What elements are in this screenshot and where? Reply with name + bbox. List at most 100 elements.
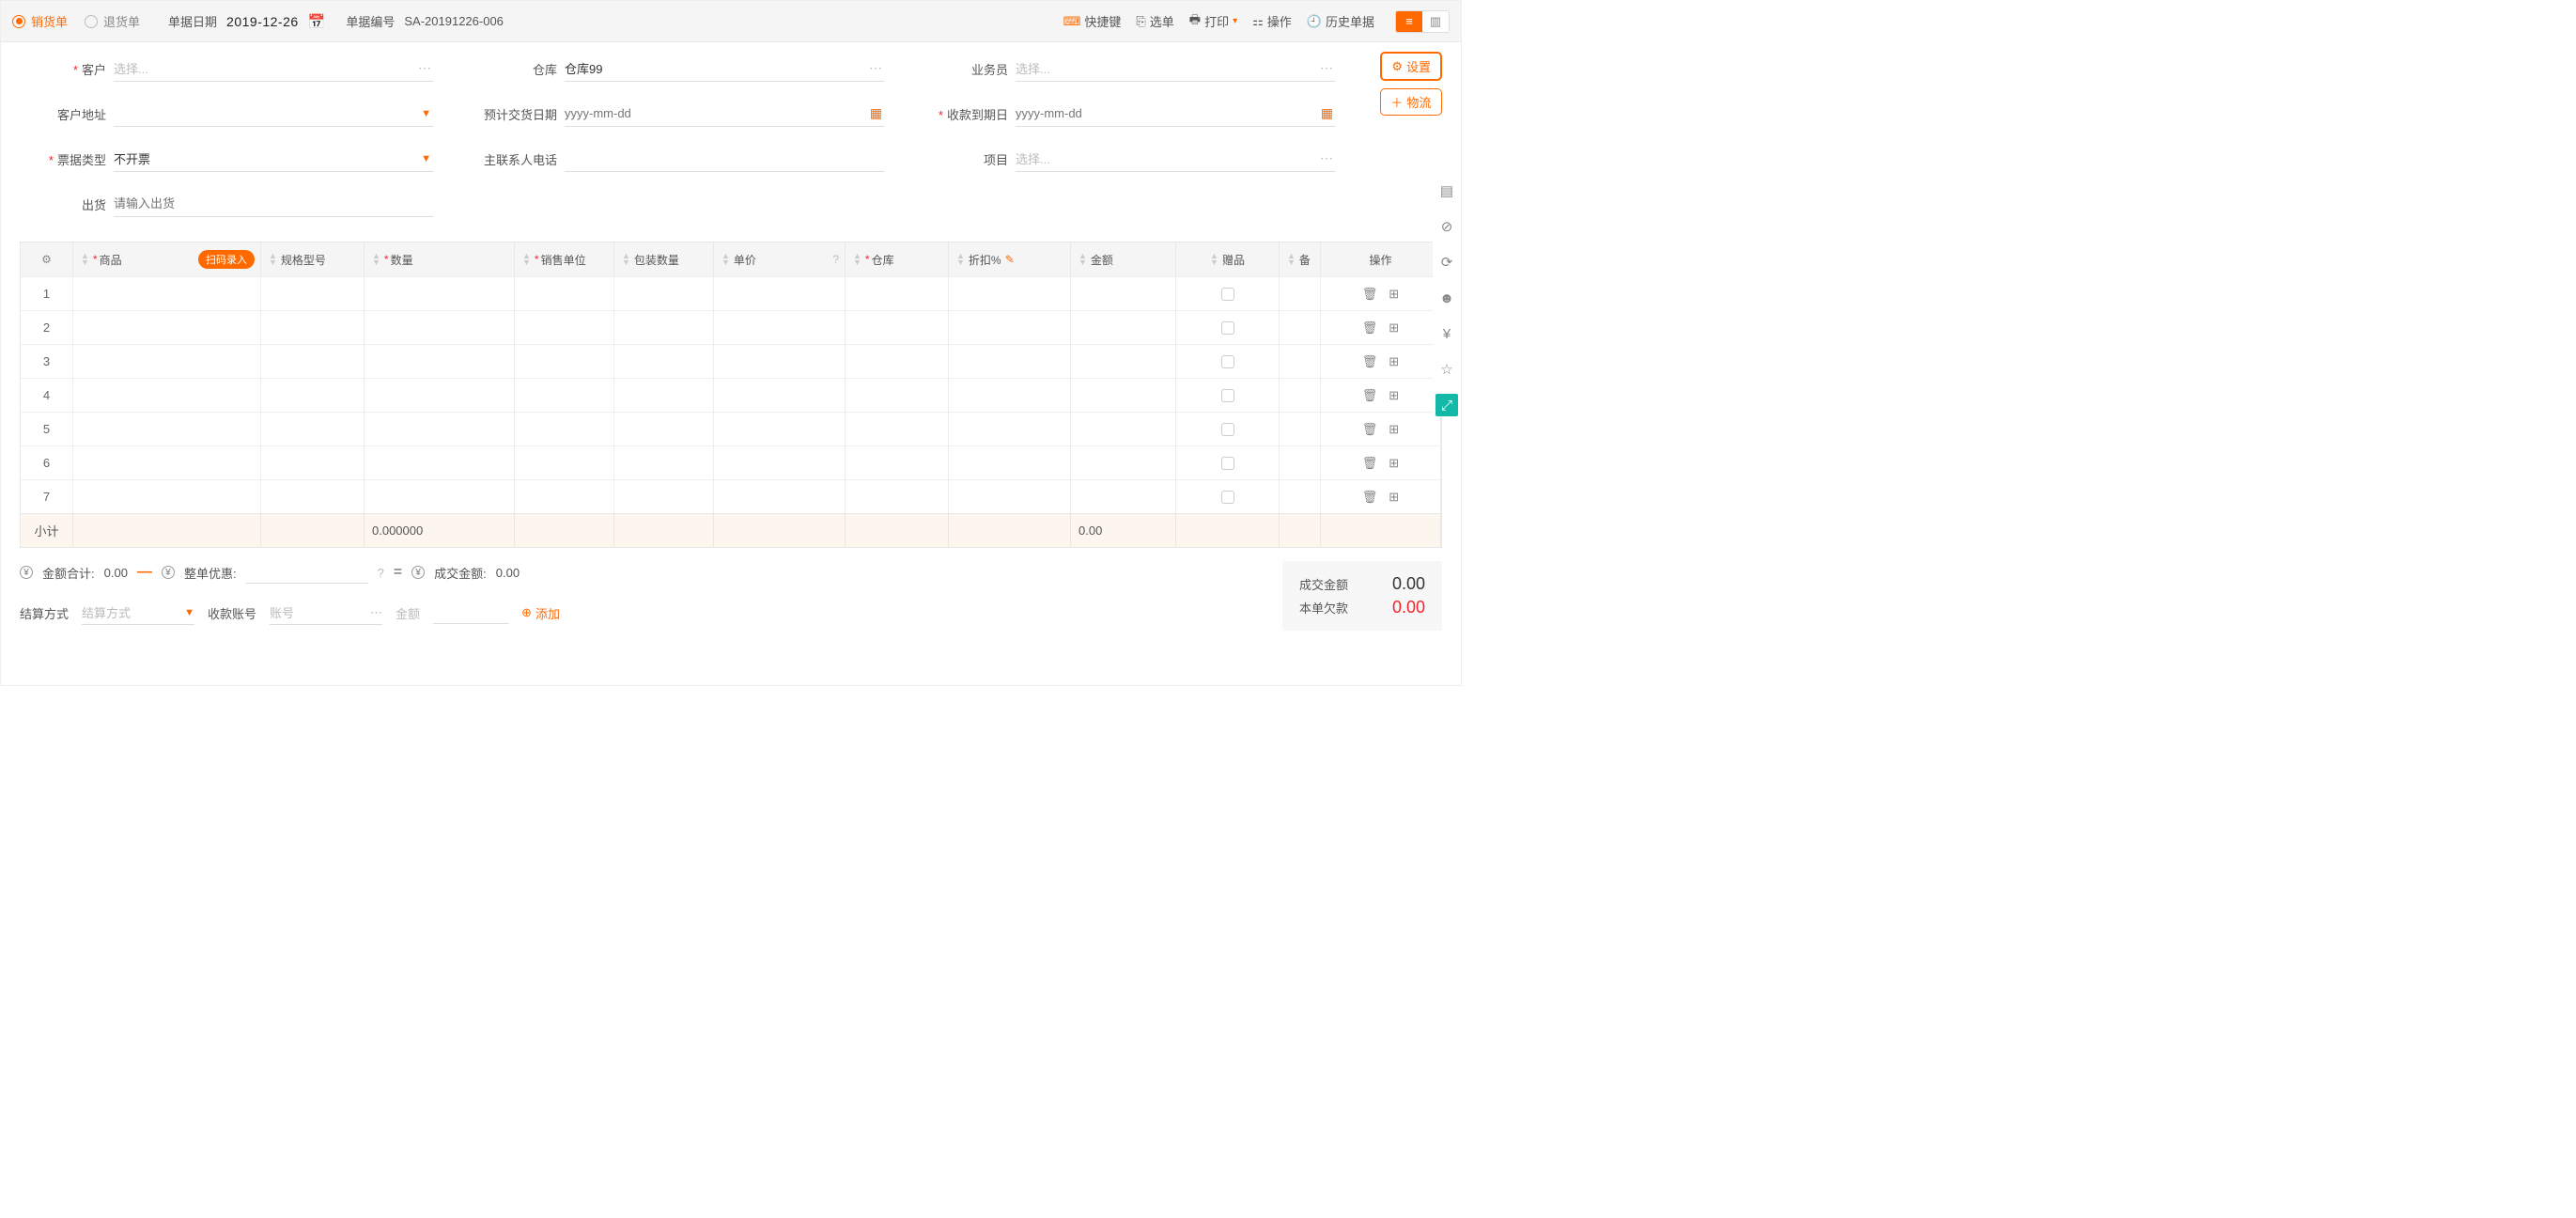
col-amount[interactable]: ▲▼金额 [1071, 242, 1176, 276]
edit-icon[interactable]: ✎ [1005, 253, 1015, 266]
add-row-icon[interactable]: ⊞ [1389, 422, 1399, 437]
table-row[interactable]: 1🗑⊞ [21, 276, 1441, 310]
doc-no-label: 单据编号 [346, 12, 395, 30]
invoice-type-select[interactable]: 不开票▼ [114, 146, 433, 172]
ellipsis-icon: ⋯ [370, 605, 382, 620]
pay-due-input[interactable]: ▦ [1016, 101, 1335, 127]
table-row[interactable]: 2🗑⊞ [21, 310, 1441, 344]
history-button[interactable]: 🕘历史单据 [1307, 12, 1374, 30]
table-row[interactable]: 6🗑⊞ [21, 445, 1441, 479]
tab-return-label: 退货单 [103, 12, 140, 30]
rail-star-icon[interactable]: ☆ [1435, 358, 1458, 381]
add-row-icon[interactable]: ⊞ [1389, 456, 1399, 471]
gift-checkbox[interactable] [1221, 389, 1234, 402]
delete-row-icon[interactable]: 🗑 [1362, 422, 1378, 437]
delete-row-icon[interactable]: 🗑 [1362, 388, 1378, 403]
account-select[interactable]: 账号⋯ [270, 601, 382, 625]
warehouse-select[interactable]: 仓库99⋯ [565, 55, 884, 82]
select-doc-button[interactable]: ⎘选单 [1136, 12, 1173, 30]
ellipsis-icon[interactable]: ⋯ [1320, 60, 1333, 76]
add-row-icon[interactable]: ⊞ [1389, 490, 1399, 505]
chevron-down-icon[interactable]: ▼ [421, 153, 431, 164]
add-row-icon[interactable]: ⊞ [1389, 287, 1399, 302]
add-settlement-button[interactable]: ⊕添加 [521, 604, 560, 622]
chevron-down-icon[interactable]: ▼ [421, 108, 431, 119]
gift-checkbox[interactable] [1221, 423, 1234, 436]
col-warehouse[interactable]: ▲▼*仓库 [846, 242, 949, 276]
calendar-icon[interactable]: 📅 [308, 13, 326, 30]
tab-return-order[interactable]: 退货单 [85, 12, 140, 30]
operate-button[interactable]: ⚏操作 [1252, 12, 1292, 30]
table-row[interactable]: 4🗑⊞ [21, 378, 1441, 412]
add-row-icon[interactable]: ⊞ [1389, 320, 1399, 336]
ellipsis-icon[interactable]: ⋯ [869, 60, 882, 76]
delete-row-icon[interactable]: 🗑 [1362, 490, 1378, 505]
salesman-select[interactable]: 选择...⋯ [1016, 55, 1335, 82]
delete-row-icon[interactable]: 🗑 [1362, 456, 1378, 471]
logistics-button[interactable]: ＋物流 [1380, 88, 1442, 116]
grid-body: 1🗑⊞2🗑⊞3🗑⊞4🗑⊞5🗑⊞6🗑⊞7🗑⊞ [21, 276, 1441, 513]
right-buttons: ⚙设置 ＋物流 [1380, 52, 1442, 116]
view-card-icon[interactable]: ▥ [1422, 11, 1449, 32]
whole-discount-input[interactable] [246, 561, 368, 584]
rail-expand-icon[interactable]: ⤢ [1435, 394, 1458, 416]
shortcut-button[interactable]: ⌨快捷键 [1063, 12, 1122, 30]
doc-date-value[interactable]: 2019-12-26 [226, 14, 299, 29]
gift-checkbox[interactable] [1221, 355, 1234, 368]
help-icon[interactable]: ? [832, 253, 839, 266]
table-row[interactable]: 7🗑⊞ [21, 479, 1441, 513]
subtotal-qty: 0.000000 [372, 523, 423, 538]
settle-method-select[interactable]: 结算方式▼ [82, 601, 194, 625]
yen-icon: ¥ [20, 566, 33, 579]
shipment-input[interactable] [114, 191, 433, 217]
col-note[interactable]: ▲▼备 [1280, 242, 1321, 276]
warehouse-label: 仓库 [533, 63, 557, 77]
project-select[interactable]: 选择...⋯ [1016, 146, 1335, 172]
contact-phone-input[interactable] [565, 146, 884, 172]
delete-row-icon[interactable]: 🗑 [1362, 287, 1378, 302]
scan-entry-badge[interactable]: 扫码录入 [198, 250, 255, 269]
summary-owe-value: 0.00 [1392, 598, 1425, 617]
col-gift[interactable]: ▲▼赠品 [1176, 242, 1280, 276]
ellipsis-icon[interactable]: ⋯ [418, 60, 431, 76]
rail-refresh-icon[interactable]: ⟳ [1435, 251, 1458, 273]
help-icon[interactable]: ? [378, 566, 384, 580]
add-row-icon[interactable]: ⊞ [1389, 354, 1399, 369]
print-button[interactable]: 🖶打印▾ [1189, 11, 1237, 32]
gift-checkbox[interactable] [1221, 457, 1234, 470]
expect-date-input[interactable]: ▦ [565, 101, 884, 127]
total-label: 金额合计: [42, 564, 95, 582]
rail-user-icon[interactable]: ☻ [1435, 287, 1458, 309]
view-toggle: ≡ ▥ [1395, 10, 1450, 33]
rail-note-icon[interactable]: ▤ [1435, 180, 1458, 202]
col-spec[interactable]: ▲▼规格型号 [261, 242, 365, 276]
col-price[interactable]: ▲▼单价? [714, 242, 846, 276]
tab-sales-order[interactable]: 销货单 [12, 12, 68, 30]
col-discount[interactable]: ▲▼折扣%✎ [949, 242, 1071, 276]
gift-checkbox[interactable] [1221, 321, 1234, 335]
delete-row-icon[interactable]: 🗑 [1362, 354, 1378, 369]
ellipsis-icon[interactable]: ⋯ [1320, 150, 1333, 166]
col-qty[interactable]: ▲▼*数量 [365, 242, 515, 276]
contact-phone-label: 主联系人电话 [484, 153, 557, 167]
calendar-icon[interactable]: ▦ [1321, 105, 1333, 121]
customer-address-select[interactable]: ▼ [114, 101, 433, 127]
view-list-icon[interactable]: ≡ [1396, 11, 1422, 32]
delete-row-icon[interactable]: 🗑 [1362, 320, 1378, 336]
calendar-icon[interactable]: ▦ [870, 105, 882, 121]
table-row[interactable]: 5🗑⊞ [21, 412, 1441, 445]
table-row[interactable]: 3🗑⊞ [21, 344, 1441, 378]
gift-checkbox[interactable] [1221, 491, 1234, 504]
customer-select[interactable]: 选择...⋯ [114, 55, 433, 82]
settings-button[interactable]: ⚙设置 [1380, 52, 1442, 81]
add-row-icon[interactable]: ⊞ [1389, 388, 1399, 403]
col-unit[interactable]: ▲▼*销售单位 [515, 242, 614, 276]
rail-attachment-icon[interactable]: ⊘ [1435, 215, 1458, 238]
gift-checkbox[interactable] [1221, 288, 1234, 301]
settle-amount-input[interactable] [433, 601, 508, 624]
col-pack[interactable]: ▲▼包装数量 [614, 242, 714, 276]
gear-icon[interactable]: ⚙ [41, 253, 52, 266]
rail-currency-icon[interactable]: ¥ [1435, 322, 1458, 345]
doc-type-tabs: 销货单 退货单 [12, 12, 140, 30]
col-product[interactable]: ▲▼*商品扫码录入 [73, 242, 261, 276]
